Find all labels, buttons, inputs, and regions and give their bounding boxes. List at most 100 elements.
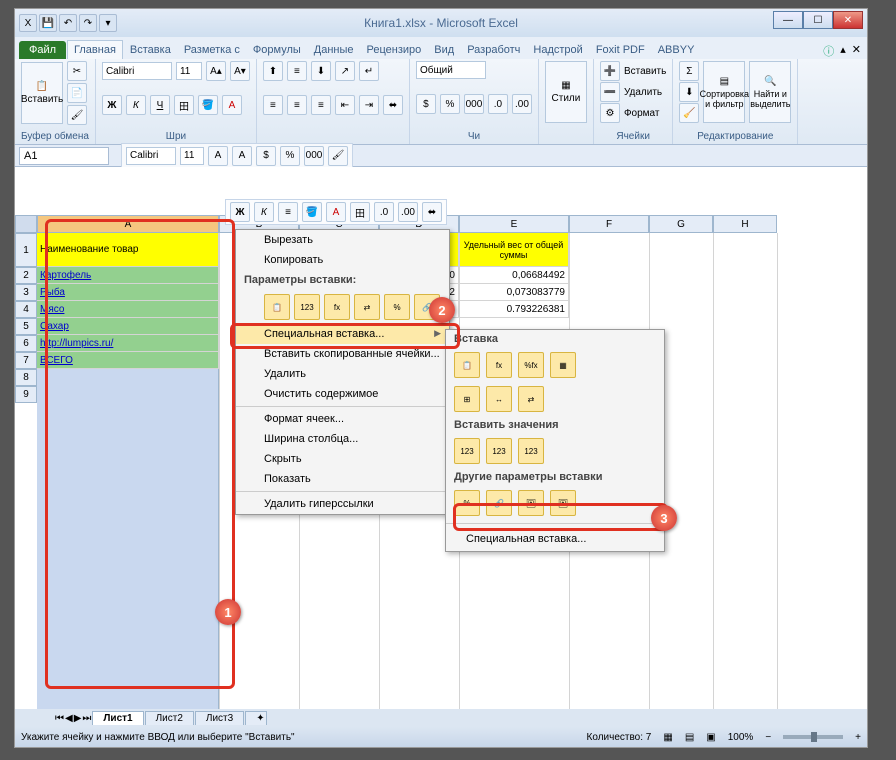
grow-font-icon[interactable]: A▴	[206, 61, 226, 81]
select-all[interactable]	[15, 215, 37, 233]
view-layout-icon[interactable]: ▤	[685, 732, 694, 743]
mini2-inc-icon[interactable]: .00	[398, 202, 418, 222]
cell-E4[interactable]: 0.793226381	[459, 301, 569, 318]
cell-E2[interactable]: 0,06684492	[459, 267, 569, 284]
doc-close-icon[interactable]: ✕	[852, 43, 861, 59]
cell-A5[interactable]: Сахар	[37, 318, 219, 335]
mini-shrink-icon[interactable]: A	[232, 146, 252, 166]
cell-E3[interactable]: 0,073083779	[459, 284, 569, 301]
col-E[interactable]: E	[459, 215, 569, 233]
view-break-icon[interactable]: ▣	[706, 732, 715, 743]
sheet-tab-3[interactable]: Лист3	[195, 711, 244, 725]
mini2-dec-icon[interactable]: .0	[374, 202, 394, 222]
currency-icon[interactable]: $	[416, 94, 436, 114]
col-H[interactable]: H	[713, 215, 777, 233]
dec-dec-icon[interactable]: .00	[512, 94, 532, 114]
cell-A7[interactable]: ВСЕГО	[37, 352, 219, 369]
sub-piclink-icon[interactable]: 🖼	[550, 490, 576, 516]
orient-icon[interactable]: ↗	[335, 61, 355, 81]
mini2-align[interactable]: ≡	[278, 202, 298, 222]
tab-insert[interactable]: Вставка	[124, 41, 177, 59]
ctx-clear[interactable]: Очистить содержимое	[236, 384, 449, 404]
close-button[interactable]: ✕	[833, 11, 863, 29]
mini2-italic[interactable]: К	[254, 202, 274, 222]
size-select[interactable]	[176, 62, 202, 80]
delete-cells-button[interactable]: ➖	[600, 82, 620, 102]
border-icon[interactable]: 田	[174, 95, 194, 115]
merge-icon[interactable]: ⬌	[383, 95, 403, 115]
sub-paste-pctfx-icon[interactable]: %fx	[518, 352, 544, 378]
mini2-bold[interactable]: Ж	[230, 202, 250, 222]
inc-dec-icon[interactable]: .0	[488, 94, 508, 114]
mini-currency-icon[interactable]: $	[256, 146, 276, 166]
indent-inc-icon[interactable]: ⇥	[359, 95, 379, 115]
row-4[interactable]: 4	[15, 301, 37, 318]
number-format-select[interactable]	[416, 61, 486, 79]
cell-A4[interactable]: Мясо	[37, 301, 219, 318]
cell-E1[interactable]: Удельный вес от общей суммы	[459, 233, 569, 267]
col-A[interactable]: A	[37, 215, 219, 233]
wrap-icon[interactable]: ↵	[359, 61, 379, 81]
ctx-paste-special[interactable]: Специальная вставка...	[236, 324, 449, 344]
tab-addins[interactable]: Надстрой	[527, 41, 588, 59]
help-icon[interactable]: ⓘ	[823, 43, 834, 59]
tab-foxit[interactable]: Foxit PDF	[590, 41, 651, 59]
cell-A2[interactable]: Картофель	[37, 267, 219, 284]
sub-paste-all-icon[interactable]: 📋	[454, 352, 480, 378]
zoom-slider[interactable]	[783, 735, 843, 739]
sub-paste-width-icon[interactable]: ↔	[486, 386, 512, 412]
row-7[interactable]: 7	[15, 352, 37, 369]
sub-format-icon[interactable]: %	[454, 490, 480, 516]
align-mid-icon[interactable]: ≡	[287, 61, 307, 81]
fill-color-icon[interactable]: 🪣	[198, 95, 218, 115]
row-8[interactable]: 8	[15, 369, 37, 386]
col-F[interactable]: F	[569, 215, 649, 233]
tab-file[interactable]: Файл	[19, 41, 66, 59]
qat-more-icon[interactable]: ▾	[99, 14, 117, 32]
maximize-button[interactable]: ☐	[803, 11, 833, 29]
mini2-font-color-icon[interactable]: A	[326, 202, 346, 222]
mini-percent-icon[interactable]: %	[280, 146, 300, 166]
tab-layout[interactable]: Разметка с	[178, 41, 246, 59]
find-select-button[interactable]: 🔍Найти и выделить	[749, 61, 791, 123]
tab-developer[interactable]: Разработч	[461, 41, 526, 59]
sub-pic-icon[interactable]: 🖼	[518, 490, 544, 516]
copy-icon[interactable]: 📄	[67, 83, 87, 103]
save-icon[interactable]: 💾	[39, 14, 57, 32]
row-9[interactable]: 9	[15, 386, 37, 403]
paste-button[interactable]: 📋Вставить	[21, 62, 63, 124]
cut-icon[interactable]: ✂	[67, 61, 87, 81]
align-left-icon[interactable]: ≡	[263, 95, 283, 115]
italic-button[interactable]: К	[126, 95, 146, 115]
zoom-in-icon[interactable]: +	[855, 732, 861, 743]
ctx-copy[interactable]: Копировать	[236, 250, 449, 270]
sub-values-icon[interactable]: 123	[454, 438, 480, 464]
align-top-icon[interactable]: ⬆	[263, 61, 283, 81]
sub-paste-transpose-icon[interactable]: ⇄	[518, 386, 544, 412]
paste-transpose-icon[interactable]: ⇄	[354, 294, 380, 320]
align-bot-icon[interactable]: ⬇	[311, 61, 331, 81]
cell-A1[interactable]: Наименование товар	[37, 233, 219, 267]
view-normal-icon[interactable]: ▦	[663, 732, 672, 743]
ctx-delete[interactable]: Удалить	[236, 364, 449, 384]
row-3[interactable]: 3	[15, 284, 37, 301]
row-5[interactable]: 5	[15, 318, 37, 335]
sheet-tab-1[interactable]: Лист1	[92, 711, 143, 725]
sheet-nav-next-icon[interactable]: ▶	[74, 713, 82, 724]
sort-filter-button[interactable]: ▤Сортировка и фильтр	[703, 61, 745, 123]
tab-view[interactable]: Вид	[428, 41, 460, 59]
ribbon-min-icon[interactable]: ▴	[840, 43, 846, 59]
sub-paste-border-icon[interactable]: ▦	[550, 352, 576, 378]
tab-home[interactable]: Главная	[67, 40, 123, 59]
mini-size[interactable]	[180, 147, 204, 165]
zoom-out-icon[interactable]: −	[765, 732, 771, 743]
tab-data[interactable]: Данные	[308, 41, 360, 59]
row-6[interactable]: 6	[15, 335, 37, 352]
clear-icon[interactable]: 🧹	[679, 103, 699, 123]
fill-icon[interactable]: ⬇	[679, 82, 699, 102]
mini-comma-icon[interactable]: 000	[304, 146, 324, 166]
tab-abbyy[interactable]: ABBYY	[652, 41, 701, 59]
comma-icon[interactable]: 000	[464, 94, 484, 114]
format-cells-button[interactable]: ⚙	[600, 103, 620, 123]
sub-paste-nb-icon[interactable]: ⊞	[454, 386, 480, 412]
